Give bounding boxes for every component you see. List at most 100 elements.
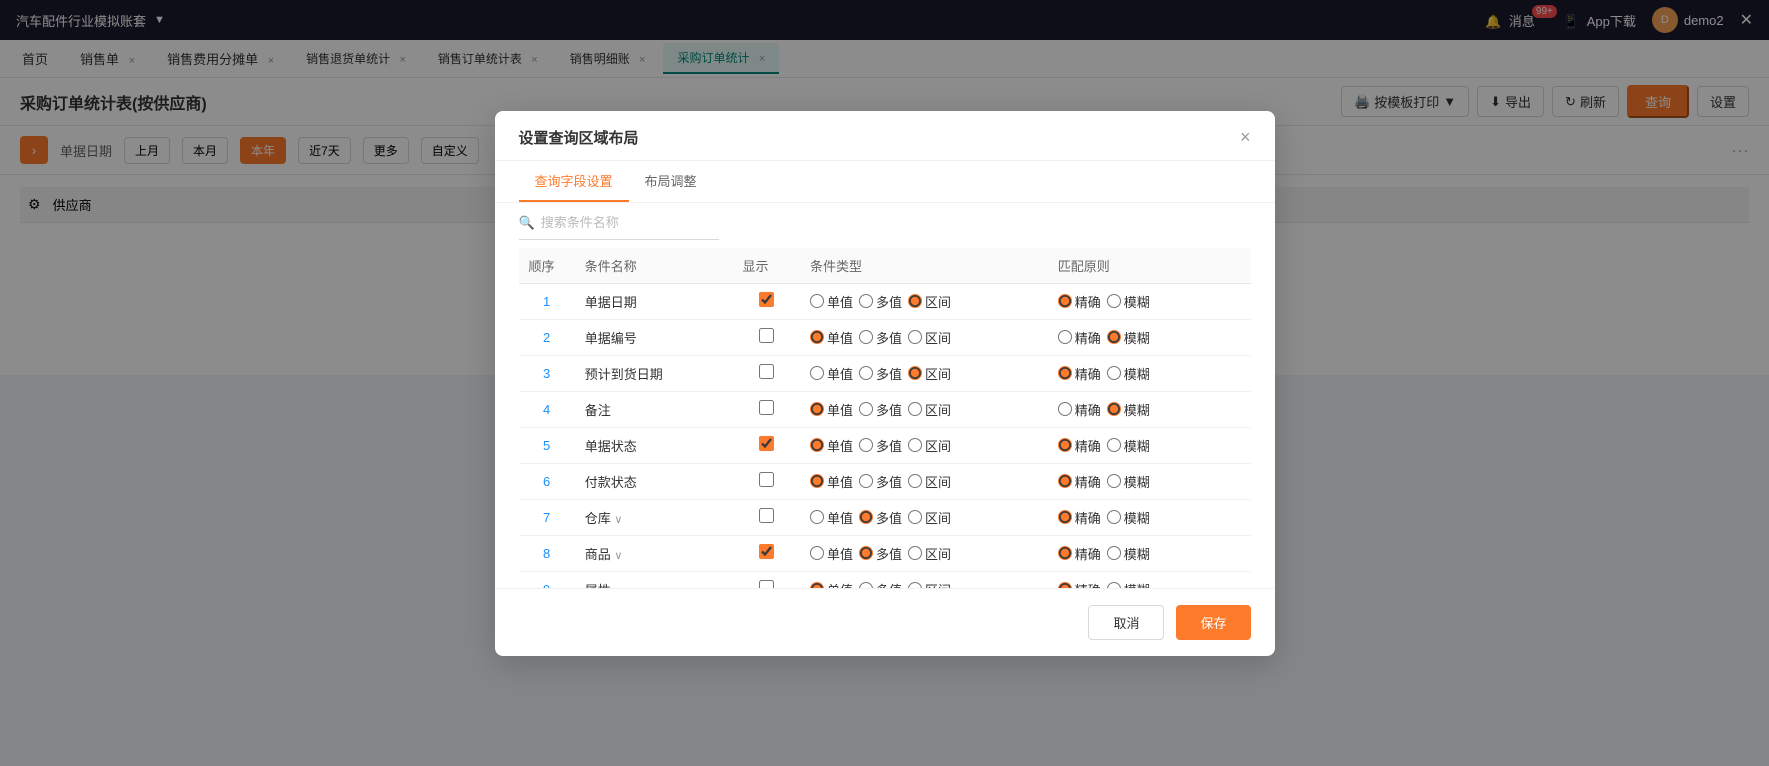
match-fuzzy-radio[interactable] (1107, 330, 1121, 344)
match-fuzzy-radio[interactable] (1107, 510, 1121, 524)
type-range-option[interactable]: 区间 (908, 472, 951, 491)
type-range-radio[interactable] (908, 366, 922, 380)
row-show[interactable] (732, 427, 800, 463)
type-range-option[interactable]: 区间 (908, 580, 951, 588)
match-fuzzy-option[interactable]: 模糊 (1107, 400, 1150, 419)
row-show[interactable] (732, 571, 800, 588)
show-checkbox[interactable] (759, 508, 774, 523)
type-single-radio[interactable] (810, 474, 824, 488)
type-range-radio[interactable] (908, 402, 922, 416)
type-range-option[interactable]: 区间 (908, 292, 951, 311)
type-range-option[interactable]: 区间 (908, 400, 951, 419)
type-single-option[interactable]: 单值 (810, 292, 853, 311)
type-multi-radio[interactable] (859, 330, 873, 344)
match-exact-option[interactable]: 精确 (1058, 472, 1101, 491)
type-single-radio[interactable] (810, 366, 824, 380)
row-show[interactable] (732, 391, 800, 427)
dialog-close-button[interactable]: × (1240, 128, 1251, 146)
match-exact-option[interactable]: 精确 (1058, 580, 1101, 588)
type-range-radio[interactable] (908, 474, 922, 488)
type-multi-radio[interactable] (859, 546, 873, 560)
match-fuzzy-option[interactable]: 模糊 (1107, 472, 1150, 491)
match-exact-radio[interactable] (1058, 510, 1072, 524)
type-range-option[interactable]: 区间 (908, 328, 951, 347)
type-range-radio[interactable] (908, 510, 922, 524)
match-fuzzy-radio[interactable] (1107, 366, 1121, 380)
match-exact-radio[interactable] (1058, 402, 1072, 416)
type-multi-option[interactable]: 多值 (859, 544, 902, 563)
match-exact-option[interactable]: 精确 (1058, 544, 1101, 563)
type-multi-option[interactable]: 多值 (859, 292, 902, 311)
type-multi-option[interactable]: 多值 (859, 364, 902, 383)
cancel-button[interactable]: 取消 (1088, 605, 1164, 640)
type-single-option[interactable]: 单值 (810, 580, 853, 588)
match-exact-option[interactable]: 精确 (1058, 508, 1101, 527)
search-input[interactable] (541, 215, 701, 230)
show-checkbox[interactable] (759, 436, 774, 451)
type-single-radio[interactable] (810, 330, 824, 344)
type-single-radio[interactable] (810, 438, 824, 452)
type-range-option[interactable]: 区间 (908, 436, 951, 455)
type-multi-radio[interactable] (859, 510, 873, 524)
type-single-radio[interactable] (810, 546, 824, 560)
match-fuzzy-radio[interactable] (1107, 474, 1121, 488)
match-fuzzy-option[interactable]: 模糊 (1107, 436, 1150, 455)
type-single-option[interactable]: 单值 (810, 400, 853, 419)
match-exact-radio[interactable] (1058, 546, 1072, 560)
type-multi-option[interactable]: 多值 (859, 580, 902, 588)
type-multi-radio[interactable] (859, 474, 873, 488)
type-single-radio[interactable] (810, 402, 824, 416)
show-checkbox[interactable] (759, 580, 774, 588)
match-exact-radio[interactable] (1058, 474, 1072, 488)
row-show[interactable] (732, 355, 800, 391)
match-fuzzy-option[interactable]: 模糊 (1107, 364, 1150, 383)
type-multi-option[interactable]: 多值 (859, 472, 902, 491)
type-multi-radio[interactable] (859, 366, 873, 380)
dialog-tab-fields[interactable]: 查询字段设置 (519, 161, 629, 202)
type-multi-radio[interactable] (859, 294, 873, 308)
match-fuzzy-option[interactable]: 模糊 (1107, 544, 1150, 563)
match-exact-radio[interactable] (1058, 438, 1072, 452)
match-exact-radio[interactable] (1058, 294, 1072, 308)
show-checkbox[interactable] (759, 328, 774, 343)
type-single-option[interactable]: 单值 (810, 472, 853, 491)
type-range-radio[interactable] (908, 546, 922, 560)
type-range-option[interactable]: 区间 (908, 508, 951, 527)
row-show[interactable] (732, 499, 800, 535)
type-single-radio[interactable] (810, 510, 824, 524)
type-multi-option[interactable]: 多值 (859, 400, 902, 419)
row-show[interactable] (732, 319, 800, 355)
type-multi-option[interactable]: 多值 (859, 328, 902, 347)
row-show[interactable] (732, 283, 800, 319)
type-single-option[interactable]: 单值 (810, 328, 853, 347)
match-fuzzy-radio[interactable] (1107, 294, 1121, 308)
show-checkbox[interactable] (759, 292, 774, 307)
type-single-option[interactable]: 单值 (810, 508, 853, 527)
match-fuzzy-option[interactable]: 模糊 (1107, 508, 1150, 527)
type-single-option[interactable]: 单值 (810, 436, 853, 455)
match-exact-radio[interactable] (1058, 366, 1072, 380)
match-exact-radio[interactable] (1058, 330, 1072, 344)
show-checkbox[interactable] (759, 544, 774, 559)
type-multi-option[interactable]: 多值 (859, 508, 902, 527)
type-single-option[interactable]: 单值 (810, 544, 853, 563)
type-range-option[interactable]: 区间 (908, 544, 951, 563)
type-range-option[interactable]: 区间 (908, 364, 951, 383)
match-exact-option[interactable]: 精确 (1058, 328, 1101, 347)
match-fuzzy-radio[interactable] (1107, 546, 1121, 560)
match-fuzzy-option[interactable]: 模糊 (1107, 292, 1150, 311)
dialog-tab-layout[interactable]: 布局调整 (629, 161, 713, 202)
show-checkbox[interactable] (759, 364, 774, 379)
match-fuzzy-option[interactable]: 模糊 (1107, 328, 1150, 347)
match-exact-option[interactable]: 精确 (1058, 364, 1101, 383)
row-show[interactable] (732, 463, 800, 499)
save-button[interactable]: 保存 (1176, 605, 1250, 640)
match-fuzzy-radio[interactable] (1107, 438, 1121, 452)
show-checkbox[interactable] (759, 472, 774, 487)
type-range-radio[interactable] (908, 438, 922, 452)
type-single-radio[interactable] (810, 294, 824, 308)
type-range-radio[interactable] (908, 330, 922, 344)
match-exact-option[interactable]: 精确 (1058, 292, 1101, 311)
show-checkbox[interactable] (759, 400, 774, 415)
match-fuzzy-option[interactable]: 模糊 (1107, 580, 1150, 588)
